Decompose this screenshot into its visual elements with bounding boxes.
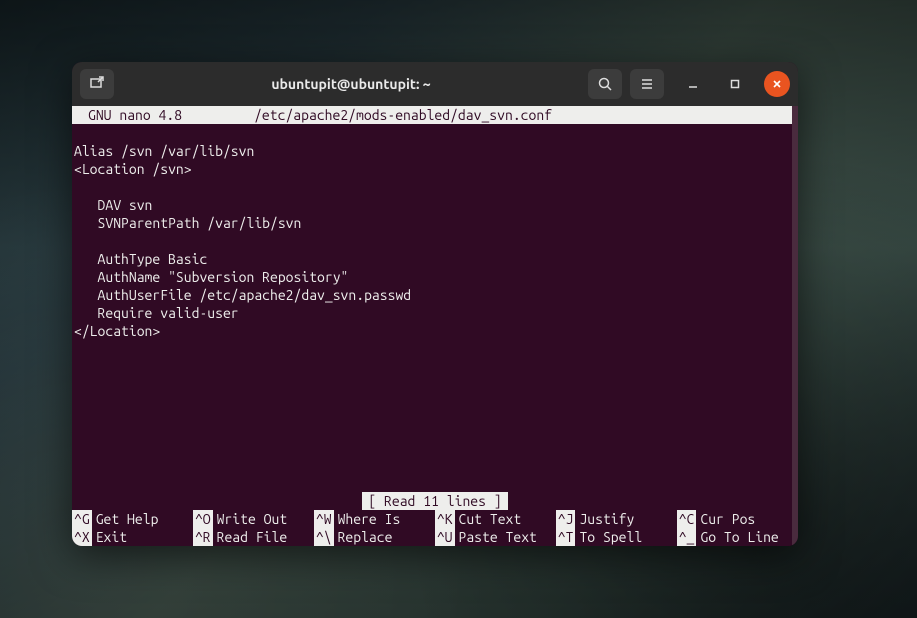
- help-label: Exit: [96, 528, 127, 546]
- editor-line: <Location /svn>: [74, 161, 192, 177]
- nano-status: [ Read 11 lines ]: [362, 492, 507, 510]
- help-label: Cut Text: [459, 510, 522, 528]
- help-get-help: ^GGet Help: [72, 510, 193, 528]
- maximize-icon: [729, 78, 741, 90]
- kbd: ^C: [677, 510, 697, 528]
- editor-line: AuthUserFile /etc/apache2/dav_svn.passwd: [74, 287, 411, 303]
- editor-line: Alias /svn /var/lib/svn: [74, 143, 254, 159]
- search-button[interactable]: [588, 69, 622, 99]
- search-icon: [597, 76, 613, 92]
- help-paste-text: ^UPaste Text: [435, 528, 556, 546]
- editor-line: AuthName "Subversion Repository": [74, 269, 348, 285]
- help-row-2: ^XExit ^RRead File ^\Replace ^UPaste Tex…: [72, 528, 798, 546]
- new-tab-button[interactable]: [80, 69, 114, 99]
- help-label: To Spell: [579, 528, 642, 546]
- minimize-button[interactable]: [680, 71, 706, 97]
- maximize-button[interactable]: [722, 71, 748, 97]
- kbd: ^K: [435, 510, 455, 528]
- help-where-is: ^WWhere Is: [314, 510, 435, 528]
- help-exit: ^XExit: [72, 528, 193, 546]
- scrollbar[interactable]: [792, 106, 798, 546]
- nano-file-path: /etc/apache2/mods-enabled/dav_svn.conf: [182, 106, 552, 124]
- kbd: ^\: [314, 528, 334, 546]
- new-tab-icon: [89, 76, 105, 92]
- kbd: ^_: [677, 528, 697, 546]
- editor-line: AuthType Basic: [74, 251, 207, 267]
- editor-line: Require valid-user: [74, 305, 239, 321]
- help-label: Read File: [217, 528, 288, 546]
- close-icon: [771, 78, 783, 90]
- help-label: Justify: [579, 510, 634, 528]
- help-cut-text: ^KCut Text: [435, 510, 556, 528]
- editor-line: SVNParentPath /var/lib/svn: [74, 215, 301, 231]
- editor-line: DAV svn: [74, 197, 152, 213]
- help-label: Write Out: [217, 510, 288, 528]
- kbd: ^X: [72, 528, 92, 546]
- editor-content[interactable]: Alias /svn /var/lib/svn <Location /svn> …: [72, 124, 798, 358]
- help-label: Get Help: [96, 510, 159, 528]
- nano-app-name: GNU nano 4.8: [74, 106, 182, 124]
- help-justify: ^JJustify: [556, 510, 677, 528]
- kbd: ^W: [314, 510, 334, 528]
- kbd: ^G: [72, 510, 92, 528]
- help-read-file: ^RRead File: [193, 528, 314, 546]
- kbd: ^R: [193, 528, 213, 546]
- terminal-window: ubuntupit@ubuntupit: ~: [72, 62, 798, 546]
- nano-help: ^GGet Help ^OWrite Out ^WWhere Is ^KCut …: [72, 510, 798, 546]
- help-label: Go To Line: [700, 528, 778, 546]
- kbd: ^O: [193, 510, 213, 528]
- help-row-1: ^GGet Help ^OWrite Out ^WWhere Is ^KCut …: [72, 510, 798, 528]
- help-label: Paste Text: [459, 528, 537, 546]
- help-label: Replace: [338, 528, 393, 546]
- help-cur-pos: ^CCur Pos: [677, 510, 798, 528]
- nano-header: GNU nano 4.8 /etc/apache2/mods-enabled/d…: [72, 106, 798, 124]
- help-to-spell: ^TTo Spell: [556, 528, 677, 546]
- help-label: Cur Pos: [700, 510, 755, 528]
- terminal-area[interactable]: GNU nano 4.8 /etc/apache2/mods-enabled/d…: [72, 106, 798, 546]
- editor-line: </Location>: [74, 323, 160, 339]
- kbd: ^J: [556, 510, 576, 528]
- kbd: ^T: [556, 528, 576, 546]
- nano-status-row: [ Read 11 lines ]: [72, 492, 798, 510]
- help-label: Where Is: [338, 510, 401, 528]
- titlebar: ubuntupit@ubuntupit: ~: [72, 62, 798, 106]
- help-go-to-line: ^_Go To Line: [677, 528, 798, 546]
- kbd: ^U: [435, 528, 455, 546]
- close-button[interactable]: [764, 71, 790, 97]
- hamburger-menu-button[interactable]: [630, 69, 664, 99]
- minimize-icon: [687, 78, 699, 90]
- hamburger-icon: [639, 76, 655, 92]
- window-title: ubuntupit@ubuntupit: ~: [271, 76, 430, 92]
- help-write-out: ^OWrite Out: [193, 510, 314, 528]
- help-replace: ^\Replace: [314, 528, 435, 546]
